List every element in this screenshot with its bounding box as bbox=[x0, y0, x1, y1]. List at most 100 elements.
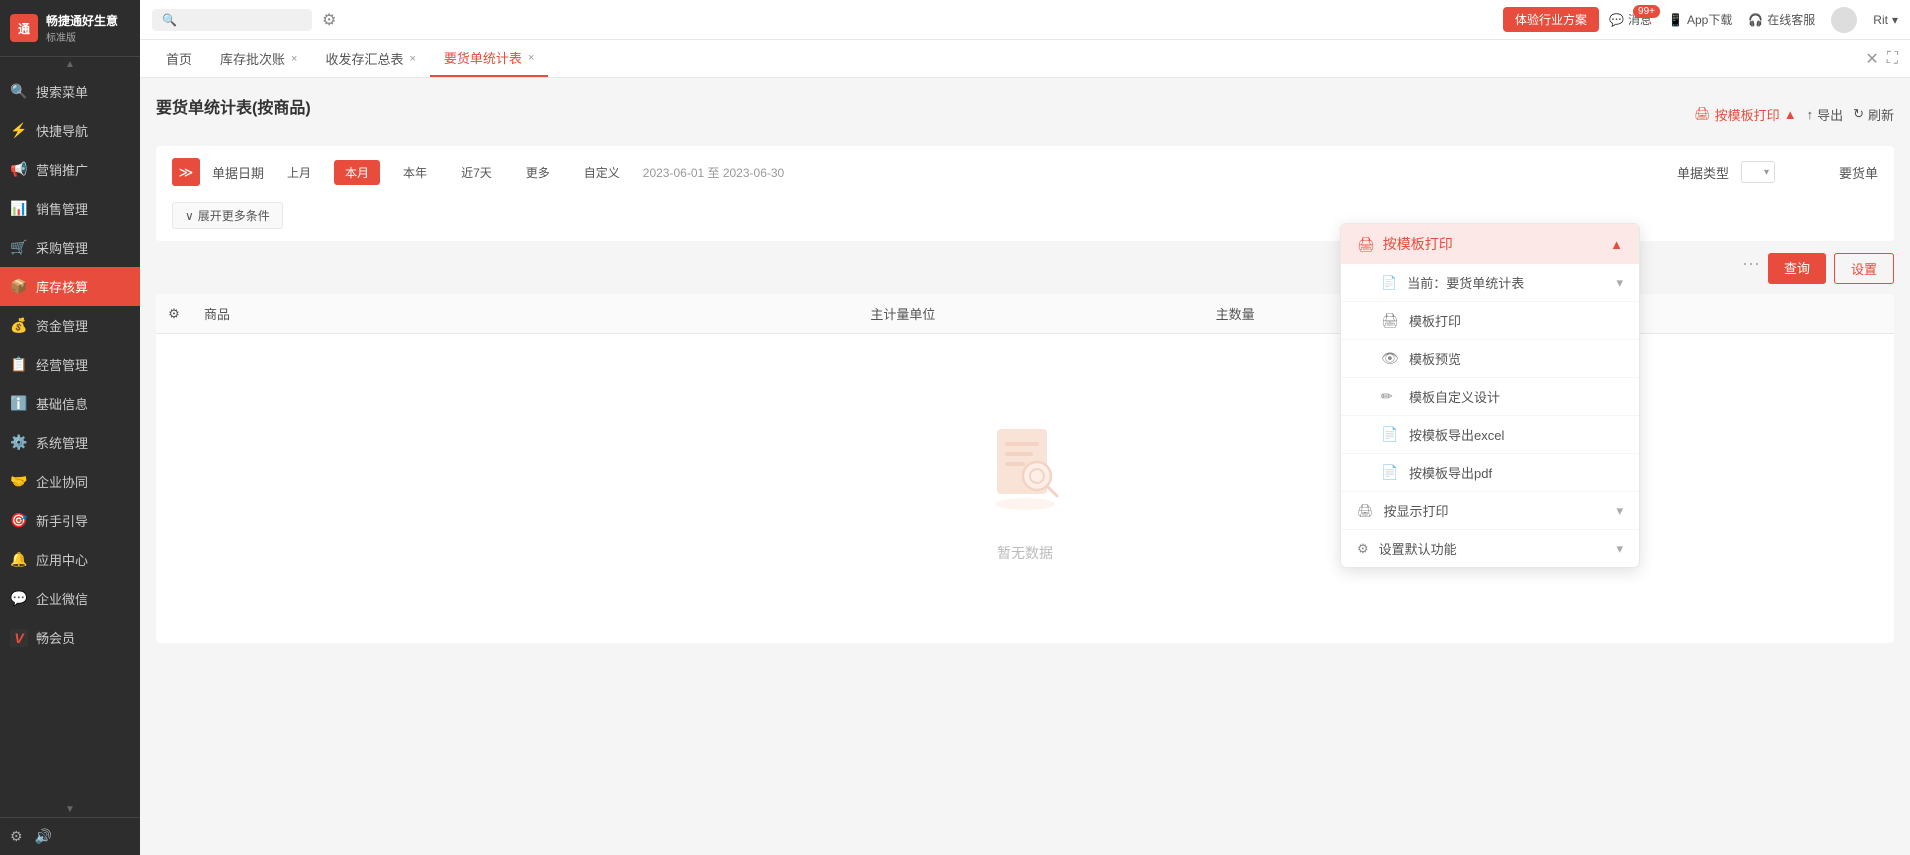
marketing-icon: 📢 bbox=[10, 161, 28, 179]
sidebar-item-member[interactable]: V 畅会员 bbox=[0, 618, 140, 657]
date-filter-label: 单据日期 bbox=[212, 163, 264, 182]
refresh-button[interactable]: ↻ 刷新 bbox=[1853, 105, 1894, 124]
sidebar-logo: 通 畅捷通好生意 标准版 bbox=[0, 0, 140, 57]
template-design-item[interactable]: ✏ 模板自定义设计 bbox=[1341, 378, 1639, 416]
sidebar-item-wechat[interactable]: 💬 企业微信 bbox=[0, 579, 140, 618]
template-design-icon: ✏ bbox=[1381, 388, 1399, 405]
date-more-btn[interactable]: 更多 bbox=[515, 160, 561, 185]
close-requisition-stats-tab[interactable]: × bbox=[528, 52, 534, 64]
chevron-right-icon: ≫ bbox=[179, 164, 194, 181]
sidebar-scroll-down[interactable]: ▼ bbox=[0, 802, 140, 817]
set-default-func-left: ⚙ 设置默认功能 bbox=[1357, 539, 1457, 558]
print-template-button[interactable]: 🖨 按模板打印 ▲ bbox=[1694, 105, 1796, 124]
sidebar-item-system[interactable]: ⚙️ 系统管理 bbox=[0, 423, 140, 462]
template-export-pdf-item[interactable]: 📄 按模板导出pdf bbox=[1341, 454, 1639, 492]
sidebar-item-marketing[interactable]: 📢 营销推广 bbox=[0, 150, 140, 189]
dropdown-header[interactable]: 🖨 按模板打印 ▲ bbox=[1341, 224, 1639, 264]
type-select[interactable] bbox=[1741, 161, 1775, 183]
template-export-excel-item[interactable]: 📄 按模板导出excel bbox=[1341, 416, 1639, 454]
display-print-item[interactable]: 🖨 按显示打印 ▾ bbox=[1341, 492, 1639, 530]
sidebar-item-sales[interactable]: 📊 销售管理 bbox=[0, 189, 140, 228]
message-icon: 💬 bbox=[1609, 13, 1624, 27]
user-name[interactable]: Rit ▾ bbox=[1873, 13, 1898, 27]
dropdown-header-left: 🖨 按模板打印 bbox=[1357, 234, 1453, 254]
sidebar-item-search[interactable]: 🔍 搜索菜单 bbox=[0, 72, 140, 111]
system-icon: ⚙️ bbox=[10, 434, 28, 452]
sound-bottom-icon[interactable]: 🔊 bbox=[35, 828, 52, 845]
sidebar-item-newbie[interactable]: 🎯 新手引导 bbox=[0, 501, 140, 540]
content-area: 要货单统计表(按商品) 🖨 按模板打印 ▲ ↑ 导出 ↻ 刷新 bbox=[140, 78, 1910, 855]
current-template-item[interactable]: 📄 当前：要货单统计表 ▾ bbox=[1341, 264, 1639, 302]
window-expand-icon[interactable]: ⛶ bbox=[1887, 50, 1898, 68]
settings-bottom-icon[interactable]: ⚙ bbox=[10, 828, 23, 845]
col-product-header: 商品 bbox=[192, 294, 858, 333]
type-select-wrapper bbox=[1741, 161, 1775, 183]
export-button[interactable]: ↑ 导出 bbox=[1807, 105, 1844, 124]
tabs-bar: 首页 库存批次账 × 收发存汇总表 × 要货单统计表 × ✕ ⛶ bbox=[140, 40, 1910, 78]
expand-more-conditions-btn[interactable]: ∨ 展开更多条件 bbox=[172, 202, 283, 229]
enterprise-icon: 🤝 bbox=[10, 473, 28, 491]
date-custom-btn[interactable]: 自定义 bbox=[573, 160, 631, 185]
newbie-icon: 🎯 bbox=[10, 512, 28, 530]
tabs-end-controls: ✕ ⛶ bbox=[1865, 49, 1898, 69]
template-print-item[interactable]: 🖨 模板打印 bbox=[1341, 302, 1639, 340]
sidebar-item-operation[interactable]: 📋 经营管理 bbox=[0, 345, 140, 384]
topbar-search-icon: 🔍 bbox=[162, 13, 177, 27]
empty-text: 暂无数据 bbox=[997, 543, 1053, 563]
template-preview-item[interactable]: 👁 模板预览 bbox=[1341, 340, 1639, 378]
sidebar-item-enterprise[interactable]: 🤝 企业协同 bbox=[0, 462, 140, 501]
empty-icon bbox=[975, 414, 1075, 533]
template-preview-icon: 👁 bbox=[1381, 350, 1399, 367]
close-collection-summary-tab[interactable]: × bbox=[409, 53, 415, 65]
topbar-right: 💬 消息 99+ 📱 App下载 🎧 在线客服 Rit ▾ bbox=[1609, 7, 1898, 33]
export-excel-icon: 📄 bbox=[1381, 426, 1399, 443]
close-inventory-batch-tab[interactable]: × bbox=[291, 53, 297, 65]
trial-button[interactable]: 体验行业方案 bbox=[1503, 7, 1599, 32]
tab-home[interactable]: 首页 bbox=[152, 41, 206, 76]
sidebar: 通 畅捷通好生意 标准版 ▲ 🔍 搜索菜单 ⚡ 快捷导航 📢 营销推广 📊 销售… bbox=[0, 0, 140, 855]
set-default-chevron: ▾ bbox=[1616, 541, 1623, 557]
online-service-button[interactable]: 🎧 在线客服 bbox=[1748, 11, 1815, 28]
sidebar-item-purchase[interactable]: 🛒 采购管理 bbox=[0, 228, 140, 267]
type-filter-label: 单据类型 bbox=[1677, 163, 1729, 182]
print-chevron-up-icon: ▲ bbox=[1784, 107, 1797, 122]
sidebar-item-finance[interactable]: 💰 资金管理 bbox=[0, 306, 140, 345]
sidebar-item-quicknav[interactable]: ⚡ 快捷导航 bbox=[0, 111, 140, 150]
topbar-settings-icon[interactable]: ⚙ bbox=[322, 10, 336, 30]
app-download-button[interactable]: 📱 App下载 bbox=[1668, 11, 1732, 28]
sidebar-bottom: ⚙ 🔊 bbox=[0, 817, 140, 855]
tab-requisition-stats[interactable]: 要货单统计表 × bbox=[430, 40, 548, 77]
window-close-icon[interactable]: ✕ bbox=[1865, 49, 1878, 69]
settings-button[interactable]: 设置 bbox=[1834, 253, 1894, 284]
template-print-icon: 🖨 bbox=[1381, 312, 1399, 329]
inventory-icon: 📦 bbox=[10, 278, 28, 296]
dropdown-header-right: ▲ bbox=[1610, 237, 1623, 252]
date-prev-month-btn[interactable]: 上月 bbox=[276, 160, 322, 185]
user-avatar[interactable] bbox=[1831, 7, 1857, 33]
sidebar-item-appstore[interactable]: 🔔 应用中心 bbox=[0, 540, 140, 579]
col-settings-header[interactable]: ⚙ bbox=[156, 296, 192, 332]
date-current-month-btn[interactable]: 本月 bbox=[334, 160, 380, 185]
page-title: 要货单统计表(按商品) bbox=[156, 94, 311, 118]
messages-button[interactable]: 💬 消息 99+ bbox=[1609, 11, 1652, 28]
col-unit-header: 主计量单位 bbox=[858, 294, 1203, 333]
date-last7days-btn[interactable]: 近7天 bbox=[450, 160, 503, 185]
sidebar-scroll-up[interactable]: ▲ bbox=[0, 57, 140, 72]
display-print-chevron: ▾ bbox=[1616, 503, 1623, 519]
sidebar-item-inventory[interactable]: 📦 库存核算 bbox=[0, 267, 140, 306]
tab-inventory-batch[interactable]: 库存批次账 × bbox=[206, 41, 311, 76]
topbar-search-box[interactable]: 🔍 bbox=[152, 9, 312, 31]
current-template-chevron: ▾ bbox=[1616, 275, 1623, 291]
filter-row-1: ≫ 单据日期 上月 本月 本年 近7天 更多 自定义 2023-06-01 至 … bbox=[172, 158, 1878, 186]
tab-collection-summary[interactable]: 收发存汇总表 × bbox=[311, 41, 429, 76]
set-default-func-item[interactable]: ⚙ 设置默认功能 ▾ bbox=[1341, 530, 1639, 567]
more-options-icon[interactable]: ··· bbox=[1742, 253, 1760, 284]
date-current-year-btn[interactable]: 本年 bbox=[392, 160, 438, 185]
app-download-icon: 📱 bbox=[1668, 13, 1683, 27]
filter-expand-button[interactable]: ≫ bbox=[172, 158, 200, 186]
dropdown-chevron-up-icon[interactable]: ▲ bbox=[1610, 237, 1623, 252]
sidebar-item-basic[interactable]: ℹ️ 基础信息 bbox=[0, 384, 140, 423]
finance-icon: 💰 bbox=[10, 317, 28, 335]
query-button[interactable]: 查询 bbox=[1768, 253, 1826, 284]
search-nav-icon: 🔍 bbox=[10, 83, 28, 101]
